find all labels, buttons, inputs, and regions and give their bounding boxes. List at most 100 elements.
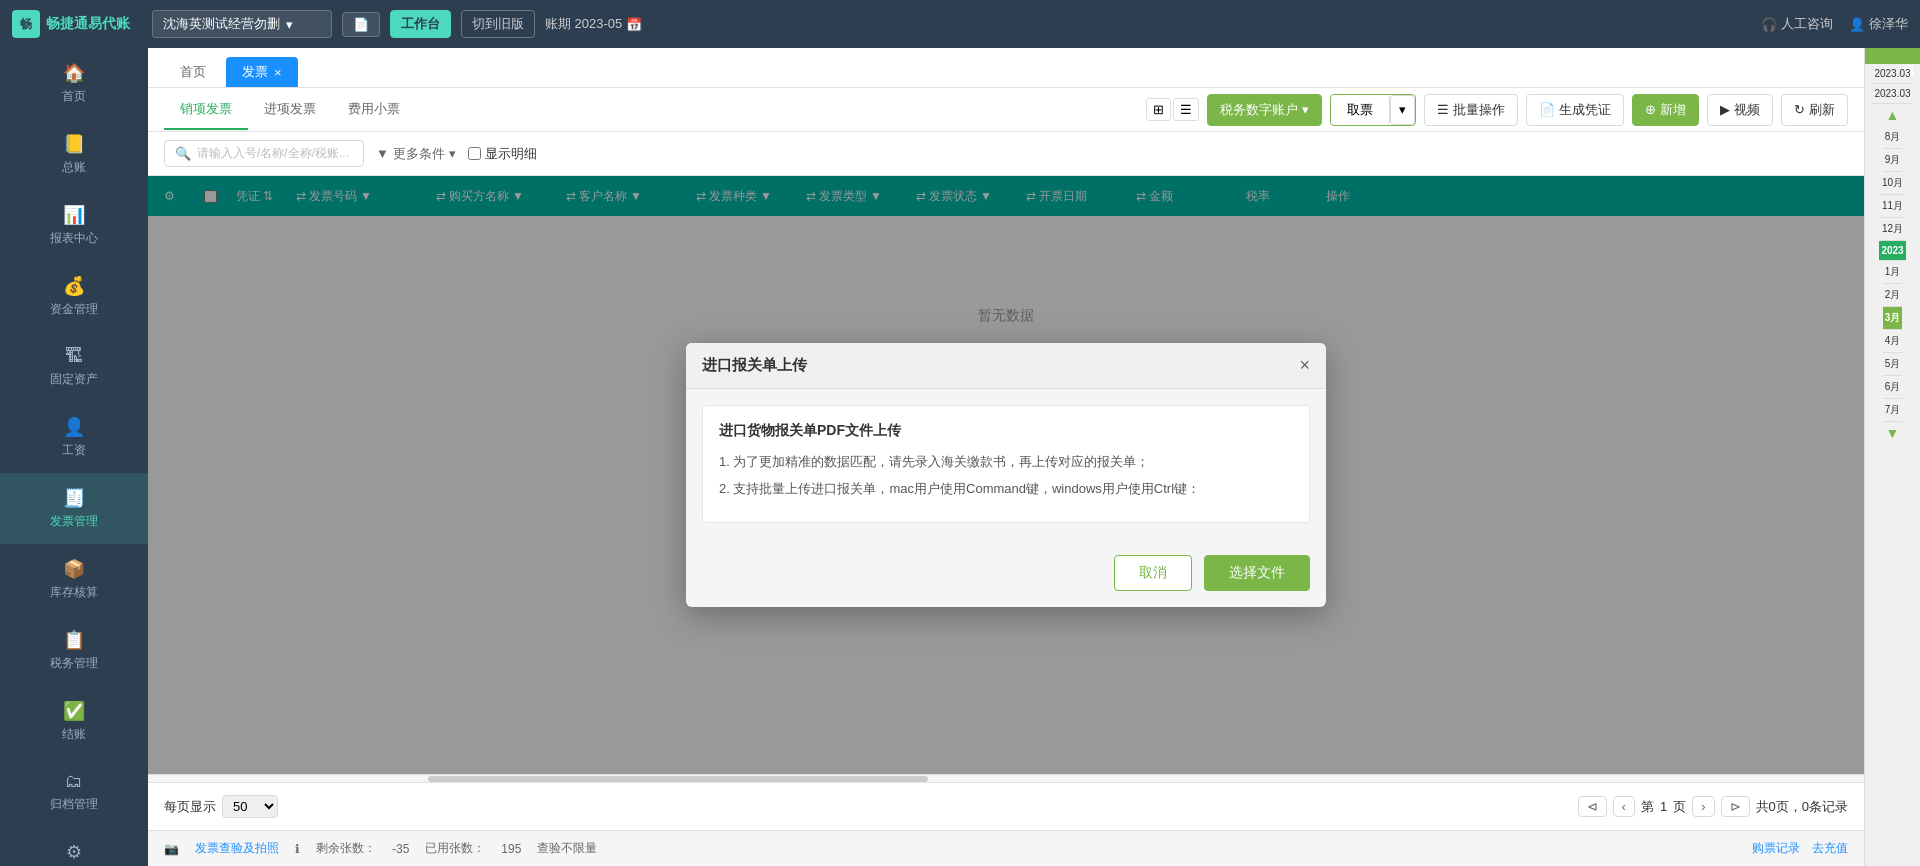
period-2023-03-1[interactable]: 2023.03: [1872, 64, 1912, 84]
invoice-check-label[interactable]: 发票查验及拍照: [195, 840, 279, 857]
company-selector[interactable]: 沈海英测试经营勿删 ▾: [152, 10, 332, 38]
tab-invoice[interactable]: 发票 ×: [226, 57, 298, 87]
list-view-icon[interactable]: ☰: [1173, 98, 1199, 121]
period-jun[interactable]: 6月: [1883, 376, 1903, 399]
period-may[interactable]: 5月: [1883, 353, 1903, 376]
next-page-button[interactable]: ›: [1692, 796, 1714, 817]
video-label: 视频: [1734, 101, 1760, 119]
period-feb[interactable]: 2月: [1883, 284, 1903, 307]
period-dec[interactable]: 12月: [1880, 218, 1905, 241]
sidebar-item-invoices[interactable]: 🧾 发票管理: [0, 473, 148, 544]
first-page-button[interactable]: ⊲: [1578, 796, 1607, 817]
period-nov[interactable]: 11月: [1880, 195, 1905, 218]
refresh-button[interactable]: ↻ 刷新: [1781, 94, 1848, 126]
more-filter-button[interactable]: ▼ 更多条件 ▾: [376, 145, 456, 163]
sidebar-label-ledger: 总账: [62, 159, 86, 176]
sidebar-item-reports[interactable]: 📊 报表中心: [0, 190, 148, 261]
period-2023-03-2[interactable]: 2023.03: [1872, 84, 1912, 104]
modal-cancel-button[interactable]: 取消: [1114, 555, 1192, 591]
chevron-down-icon3[interactable]: ▼: [1865, 422, 1920, 444]
right-panel-collapse[interactable]: 期间选择: [1865, 48, 1920, 64]
per-page-select[interactable]: 50 100 200: [222, 795, 278, 818]
period-aug[interactable]: 8月: [1883, 126, 1903, 149]
modal-close-button[interactable]: ×: [1299, 355, 1310, 376]
sidebar-item-inventory[interactable]: 📦 库存核算: [0, 544, 148, 615]
sidebar-item-archive[interactable]: 🗂 归档管理: [0, 757, 148, 827]
scroll-thumb[interactable]: [428, 776, 928, 782]
pagination-bar: 每页显示 50 100 200 ⊲ ‹ 第 1 页 › ⊳ 共0页，0条记录: [148, 782, 1864, 830]
period-apr[interactable]: 4月: [1883, 330, 1903, 353]
batch-ops-icon: ☰: [1437, 102, 1449, 117]
purchase-link[interactable]: 购票记录: [1752, 840, 1800, 857]
funds-icon: 💰: [63, 275, 85, 297]
filter-bar: 🔍 请输入入号/名称/全称/税账... ▼ 更多条件 ▾ 显示明细: [148, 132, 1864, 176]
search-input-wrapper[interactable]: 🔍 请输入入号/名称/全称/税账...: [164, 140, 364, 167]
play-icon: ▶: [1720, 102, 1730, 117]
sidebar-item-ledger[interactable]: 📒 总账: [0, 119, 148, 190]
content-area: 首页 发票 × 销项发票 进项发票 费用小票 ⊞ ☰: [148, 48, 1864, 866]
user-menu[interactable]: 👤 徐泽华: [1849, 15, 1908, 33]
sub-nav-purchase[interactable]: 进项发票: [248, 90, 332, 130]
batch-ops-button[interactable]: ☰ 批量操作: [1424, 94, 1518, 126]
grid-view-icon[interactable]: ⊞: [1146, 98, 1171, 121]
sidebar-item-funds[interactable]: 💰 资金管理: [0, 261, 148, 332]
sidebar-item-home[interactable]: 🏠 首页: [0, 48, 148, 119]
sub-nav-expense[interactable]: 费用小票: [332, 90, 416, 130]
cancel-ticket-dropdown[interactable]: ▾: [1390, 95, 1415, 125]
period-2023-year[interactable]: 2023: [1879, 241, 1905, 261]
page-size-selector: 每页显示 50 100 200: [164, 795, 278, 818]
tax-account-label: 税务数字账户: [1220, 101, 1298, 119]
period-oct[interactable]: 10月: [1880, 172, 1905, 195]
logo-icon: 畅: [12, 10, 40, 38]
prev-page-button[interactable]: ‹: [1613, 796, 1635, 817]
sidebar-label-payroll: 工资: [62, 442, 86, 459]
top-header: 畅 畅捷通易代账 沈海英测试经营勿删 ▾ 📄 工作台 切到旧版 账期 2023-…: [0, 0, 1920, 48]
add-button[interactable]: ⊕ 新增: [1632, 94, 1699, 126]
modal-info-list: 1. 为了更加精准的数据匹配，请先录入海关缴款书，再上传对应的报关单； 2. 支…: [719, 452, 1293, 500]
sidebar-label-home: 首页: [62, 88, 86, 105]
tax-icon: 📋: [63, 629, 85, 651]
show-detail-checkbox[interactable]: [468, 147, 481, 160]
sidebar-item-fixed-assets[interactable]: 🏗 固定资产: [0, 332, 148, 402]
sidebar-label-tax: 税务管理: [50, 655, 98, 672]
sidebar-label-fixed-assets: 固定资产: [50, 371, 98, 388]
sidebar-item-settlement[interactable]: ✅ 结账: [0, 686, 148, 757]
service-label: 人工咨询: [1781, 15, 1833, 33]
sub-nav-sales[interactable]: 销项发票: [164, 90, 248, 130]
chevron-down-icon: ▾: [1302, 102, 1309, 117]
service-button[interactable]: 🎧 人工咨询: [1761, 15, 1833, 33]
tab-close-icon[interactable]: ×: [274, 65, 282, 80]
chevron-up-icon[interactable]: ▲: [1865, 104, 1920, 126]
payroll-icon: 👤: [63, 416, 85, 438]
sidebar-item-payroll[interactable]: 👤 工资: [0, 402, 148, 473]
switch-version-button[interactable]: 切到旧版: [461, 10, 535, 38]
video-button[interactable]: ▶ 视频: [1707, 94, 1773, 126]
modal-subtitle: 进口货物报关单PDF文件上传: [719, 422, 1293, 440]
show-detail-label[interactable]: 显示明细: [468, 145, 537, 163]
unverified-label: 查验不限量: [537, 840, 597, 857]
ledger-icon: 📒: [63, 133, 85, 155]
page-nav: ⊲ ‹ 第 1 页 › ⊳ 共0页，0条记录: [1578, 796, 1848, 817]
modal-instruction-2: 2. 支持批量上传进口报关单，mac用户使用Command键，windows用户…: [719, 479, 1293, 500]
workspace-button[interactable]: 工作台: [390, 10, 451, 38]
sidebar-label-funds: 资金管理: [50, 301, 98, 318]
header-right: 🎧 人工咨询 👤 徐泽华: [1761, 15, 1908, 33]
sidebar-item-tax[interactable]: 📋 税务管理: [0, 615, 148, 686]
sidebar-item-settings[interactable]: ⚙ 设置: [0, 827, 148, 866]
document-icon-btn[interactable]: 📄: [342, 12, 380, 37]
last-page-button[interactable]: ⊳: [1721, 796, 1750, 817]
user-name: 徐泽华: [1869, 15, 1908, 33]
period-jul[interactable]: 7月: [1883, 399, 1903, 422]
cancel-ticket-button[interactable]: 取票: [1331, 95, 1390, 125]
voucher-icon: 📄: [1539, 102, 1555, 117]
tax-account-button[interactable]: 税务数字账户 ▾: [1207, 94, 1322, 126]
recharge-link[interactable]: 去充值: [1812, 840, 1848, 857]
period-sep[interactable]: 9月: [1883, 149, 1903, 172]
period-jan[interactable]: 1月: [1883, 261, 1903, 284]
generate-voucher-button[interactable]: 📄 生成凭证: [1526, 94, 1624, 126]
tab-home[interactable]: 首页: [164, 57, 222, 87]
scroll-bar: [148, 774, 1864, 782]
period-mar[interactable]: 3月: [1883, 307, 1903, 330]
modal-select-file-button[interactable]: 选择文件: [1204, 555, 1310, 591]
refresh-label: 刷新: [1809, 101, 1835, 119]
